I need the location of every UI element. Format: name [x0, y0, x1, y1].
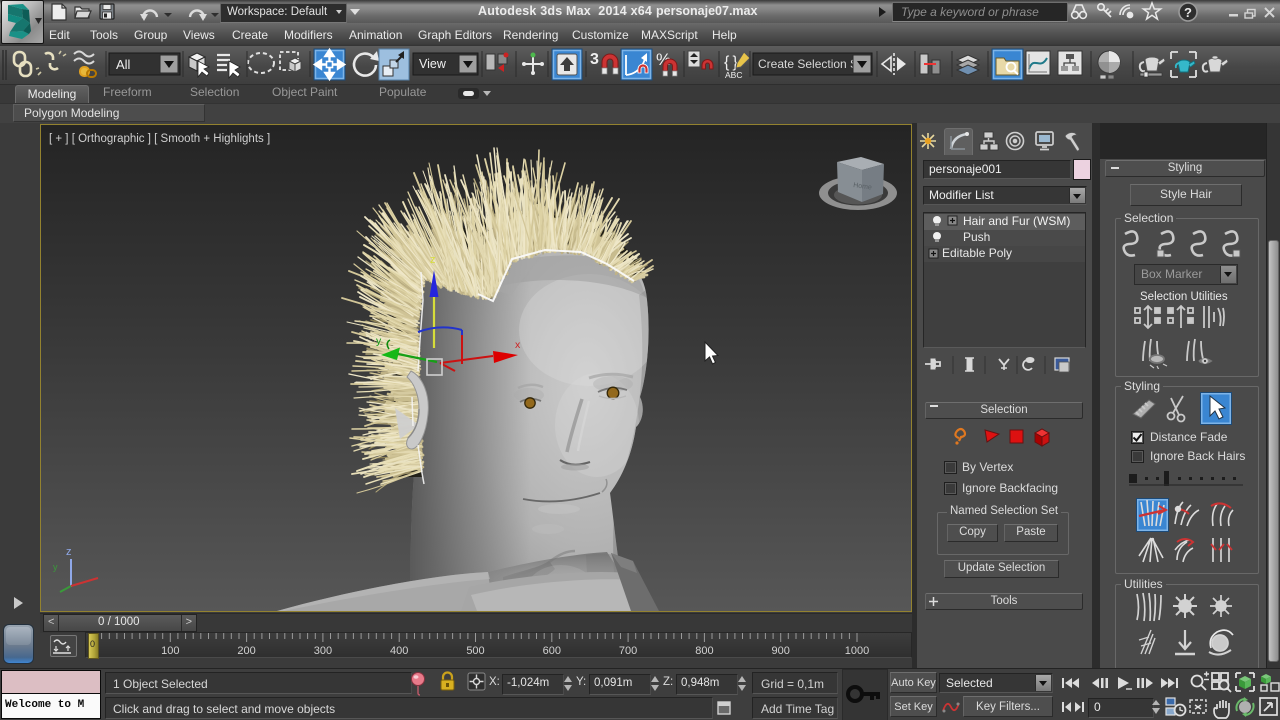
svg-text:100: 100: [161, 645, 179, 657]
svg-text:View: View: [419, 57, 447, 71]
svg-text:y: y: [53, 562, 58, 572]
svg-text:x: x: [515, 339, 521, 351]
svg-text:z: z: [430, 254, 436, 266]
svg-text:{ }: { }: [724, 54, 739, 71]
svg-text:800: 800: [695, 645, 713, 657]
svg-text:900: 900: [772, 645, 790, 657]
svg-text:400: 400: [390, 645, 408, 657]
svg-text:[ + ] [ Orthographic ] [ Smoot: [ + ] [ Orthographic ] [ Smooth + Highli…: [49, 133, 270, 145]
svg-text:Create Selection Se: Create Selection Se: [758, 57, 865, 71]
svg-text:z: z: [66, 546, 72, 558]
svg-text:ABC: ABC: [725, 70, 742, 80]
svg-text:1000: 1000: [845, 645, 869, 657]
svg-text:600: 600: [543, 645, 561, 657]
svg-text:3: 3: [590, 51, 599, 68]
svg-text:200: 200: [237, 645, 255, 657]
svg-text:700: 700: [619, 645, 637, 657]
svg-text:All: All: [116, 57, 131, 72]
svg-text:300: 300: [314, 645, 332, 657]
svg-text:500: 500: [466, 645, 484, 657]
svg-text:y: y: [376, 335, 382, 347]
svg-text:?: ?: [1184, 5, 1192, 20]
